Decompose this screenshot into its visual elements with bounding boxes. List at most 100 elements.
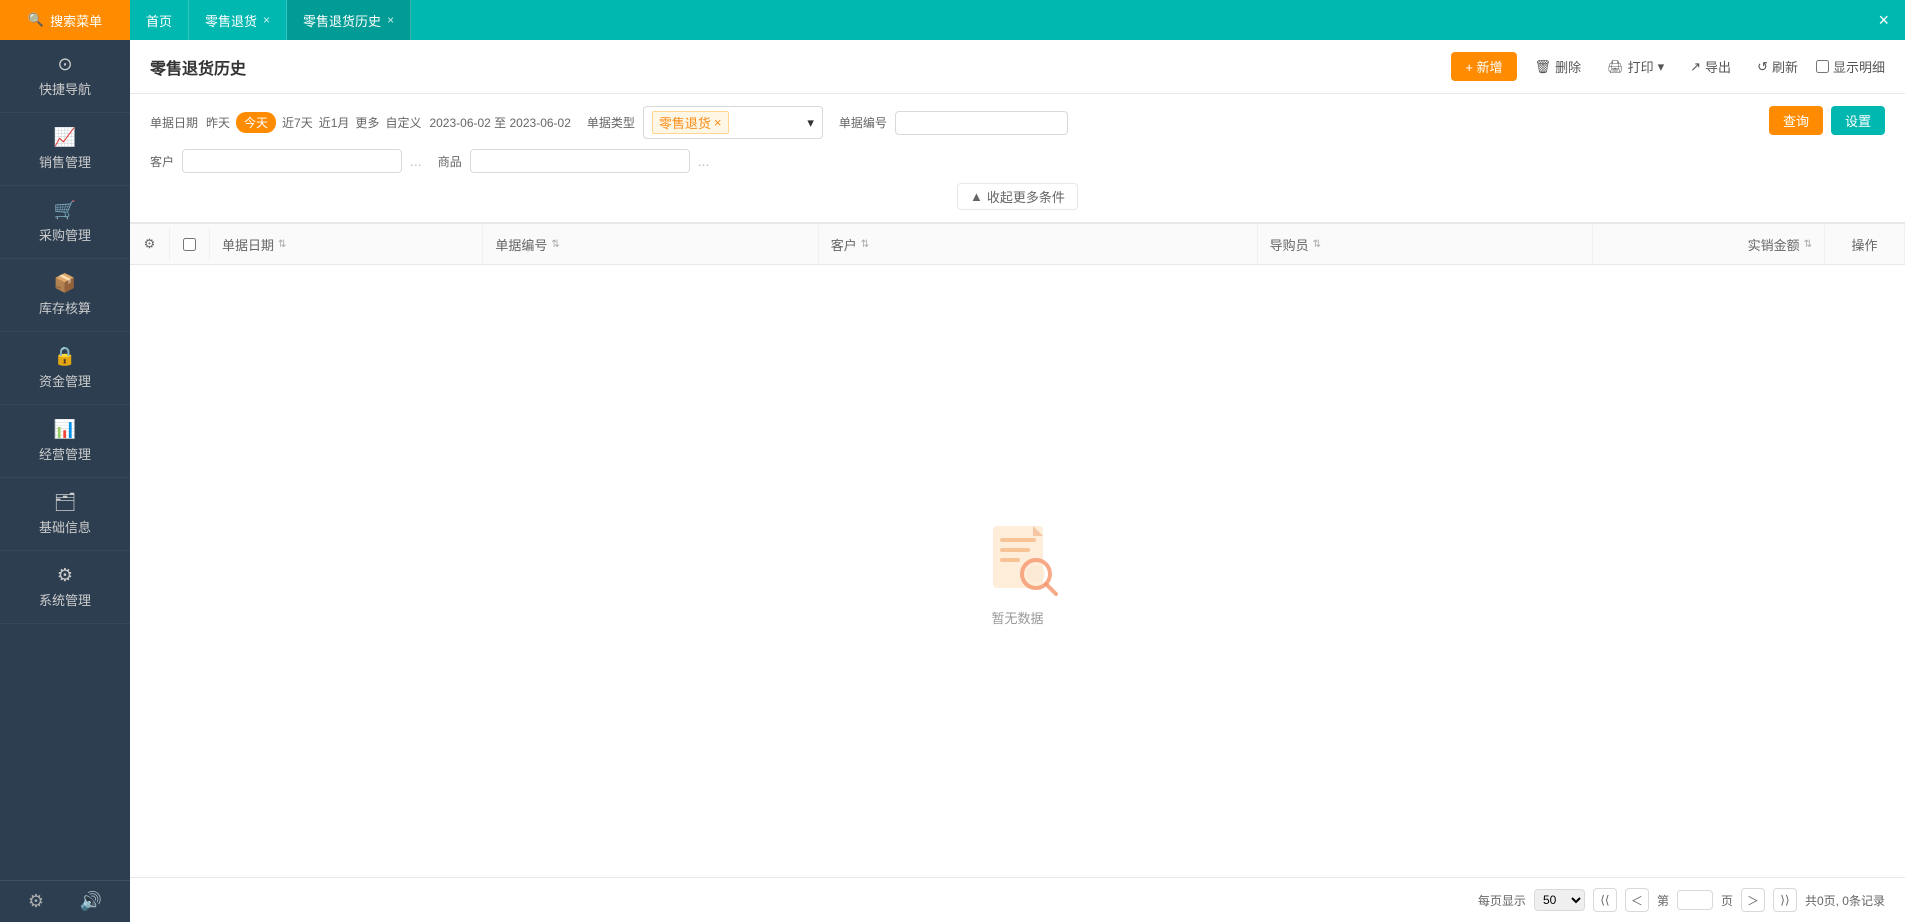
query-button[interactable]: 查询 — [1769, 106, 1823, 135]
date-shortcut-custom[interactable]: 自定义 — [385, 114, 421, 131]
page-size-select[interactable]: 10 20 50 100 — [1534, 889, 1585, 911]
filter-area: 单据日期 昨天 今天 近7天 近1月 更多 自定义 2023-06-02 至 2… — [130, 94, 1905, 223]
type-filter-tag-close[interactable]: × — [714, 115, 722, 130]
show-detail-checkbox-label: 显示明细 — [1816, 57, 1885, 76]
sidebar-item-basic-info[interactable]: 🗂 基础信息 — [0, 478, 130, 551]
next-page-button[interactable]: ＞ — [1741, 888, 1765, 912]
tab-retail-return-close[interactable]: × — [263, 13, 270, 27]
show-detail-checkbox[interactable] — [1816, 60, 1829, 73]
date-shortcut-7days[interactable]: 近7天 — [282, 114, 313, 131]
sidebar-item-system[interactable]: ⚙ 系统管理 — [0, 551, 130, 624]
select-all-checkbox[interactable] — [183, 238, 196, 251]
number-filter-input[interactable] — [895, 111, 1068, 135]
sidebar-volume-icon[interactable]: 🔊 — [80, 891, 102, 912]
date-shortcut-1month[interactable]: 近1月 — [319, 114, 350, 131]
empty-icon — [978, 516, 1058, 596]
date-shortcut-today[interactable]: 今天 — [236, 112, 276, 133]
date-range-display: 2023-06-02 至 2023-06-02 — [429, 114, 570, 131]
window-close-button[interactable]: × — [1862, 10, 1905, 31]
th-action-label: 操作 — [1851, 235, 1877, 254]
sidebar-item-purchase[interactable]: 🛒 采购管理 — [0, 186, 130, 259]
date-filter: 单据日期 昨天 今天 近7天 近1月 更多 自定义 2023-06-02 至 2… — [150, 112, 571, 133]
sidebar-item-quick-nav-label: 快捷导航 — [39, 79, 91, 98]
sidebar-item-system-label: 系统管理 — [39, 590, 91, 609]
th-amount-sort-icon[interactable]: ⇅ — [1804, 239, 1812, 250]
th-guide-sort-icon[interactable]: ⇅ — [1313, 239, 1321, 250]
th-customer: 客户 ⇅ — [819, 225, 1258, 264]
tab-retail-return[interactable]: 零售退货 × — [189, 0, 287, 40]
date-filter-label: 单据日期 — [150, 114, 198, 131]
pagination: 每页显示 10 20 50 100 ⟨⟨ ＜ 第 1 页 ＞ ⟩⟩ 共0页, 0… — [130, 877, 1905, 922]
customer-filter: 客户 ... — [150, 149, 422, 173]
operations-icon: 📊 — [54, 419, 76, 440]
export-icon: ↗ — [1690, 59, 1701, 75]
tab-retail-return-label: 零售退货 — [205, 11, 257, 30]
date-shortcuts: 昨天 今天 近7天 近1月 更多 自定义 — [206, 112, 421, 133]
prev-page-button[interactable]: ＜ — [1625, 888, 1649, 912]
th-number: 单据编号 ⇅ — [483, 225, 818, 264]
empty-state: 暂无数据 — [130, 265, 1905, 877]
tab-retail-return-history-close[interactable]: × — [387, 13, 394, 27]
tab-retail-return-history-label: 零售退货历史 — [303, 11, 381, 30]
goods-filter: 商品 ... — [438, 149, 710, 173]
sidebar-item-operations[interactable]: 📊 经营管理 — [0, 405, 130, 478]
settings-gear-icon[interactable]: ⚙ — [144, 236, 156, 252]
sidebar-item-finance-label: 资金管理 — [39, 371, 91, 390]
customer-filter-more[interactable]: ... — [410, 153, 422, 169]
goods-filter-input[interactable] — [470, 149, 690, 173]
refresh-button[interactable]: ↺ 刷新 — [1749, 53, 1806, 80]
sidebar-footer: ⚙ 🔊 — [0, 880, 130, 922]
collapse-button[interactable]: ▲ 收起更多条件 — [957, 183, 1078, 210]
type-filter-select[interactable]: 零售退货 × ▾ — [643, 106, 823, 139]
th-guide: 导购员 ⇅ — [1258, 225, 1593, 264]
delete-button[interactable]: 🗑 删除 — [1527, 53, 1590, 80]
delete-icon: 🗑 — [1535, 59, 1552, 75]
system-icon: ⚙ — [57, 565, 73, 586]
tab-home-label: 首页 — [146, 11, 172, 30]
customer-filter-input[interactable] — [182, 149, 402, 173]
empty-illustration — [978, 516, 1068, 606]
sidebar-item-finance[interactable]: 🔒 资金管理 — [0, 332, 130, 405]
filter-settings-button[interactable]: 设置 — [1831, 106, 1885, 135]
inventory-icon: 📦 — [54, 273, 76, 294]
th-settings[interactable]: ⚙ — [130, 226, 170, 262]
export-button[interactable]: ↗ 导出 — [1682, 53, 1739, 80]
sidebar-settings-icon[interactable]: ⚙ — [28, 891, 44, 912]
collapse-label: 收起更多条件 — [987, 187, 1065, 206]
filter-row-2: 客户 ... 商品 ... — [150, 149, 1885, 173]
date-shortcut-yesterday[interactable]: 昨天 — [206, 114, 230, 131]
page-total: 共0页, 0条记录 — [1805, 892, 1885, 909]
th-date: 单据日期 ⇅ — [210, 225, 483, 264]
show-detail-label: 显示明细 — [1833, 57, 1885, 76]
filter-action-buttons: 查询 设置 — [1769, 106, 1885, 135]
th-number-sort-icon[interactable]: ⇅ — [551, 239, 559, 250]
date-shortcut-more[interactable]: 更多 — [355, 114, 379, 131]
basic-info-icon: 🗂 — [54, 492, 77, 513]
sidebar-item-basic-info-label: 基础信息 — [39, 517, 91, 536]
search-menu[interactable]: 🔍 搜索菜单 — [0, 0, 130, 40]
sidebar-item-sales-label: 销售管理 — [39, 152, 91, 171]
first-page-button[interactable]: ⟨⟨ — [1593, 888, 1617, 912]
tab-retail-return-history[interactable]: 零售退货历史 × — [287, 0, 411, 40]
sidebar-item-sales[interactable]: 📈 销售管理 — [0, 113, 130, 186]
sidebar-item-inventory-label: 库存核算 — [39, 298, 91, 317]
print-button[interactable]: 🖨 打印 ▾ — [1599, 53, 1672, 80]
search-menu-label: 搜索菜单 — [50, 11, 102, 30]
table-area: ⚙ 单据日期 ⇅ 单据编号 ⇅ 客户 ⇅ 导购员 — [130, 223, 1905, 877]
sidebar-item-inventory[interactable]: 📦 库存核算 — [0, 259, 130, 332]
th-guide-label: 导购员 — [1270, 235, 1309, 254]
th-checkbox[interactable] — [170, 228, 210, 261]
page-number-input[interactable]: 1 — [1677, 890, 1713, 910]
finance-icon: 🔒 — [54, 346, 76, 367]
filter-row-1: 单据日期 昨天 今天 近7天 近1月 更多 自定义 2023-06-02 至 2… — [150, 106, 1885, 139]
sidebar-item-quick-nav[interactable]: ⊙ 快捷导航 — [0, 40, 130, 113]
goods-filter-more[interactable]: ... — [698, 153, 710, 169]
th-customer-label: 客户 — [831, 235, 857, 254]
add-button[interactable]: + 新增 — [1451, 52, 1516, 81]
last-page-button[interactable]: ⟩⟩ — [1773, 888, 1797, 912]
header-actions: + 新增 🗑 删除 🖨 打印 ▾ ↗ 导出 ↺ 刷新 — [1451, 52, 1885, 81]
tab-home[interactable]: 首页 — [130, 0, 189, 40]
th-customer-sort-icon[interactable]: ⇅ — [861, 239, 869, 250]
th-date-sort-icon[interactable]: ⇅ — [278, 239, 286, 250]
goods-filter-label: 商品 — [438, 153, 462, 170]
